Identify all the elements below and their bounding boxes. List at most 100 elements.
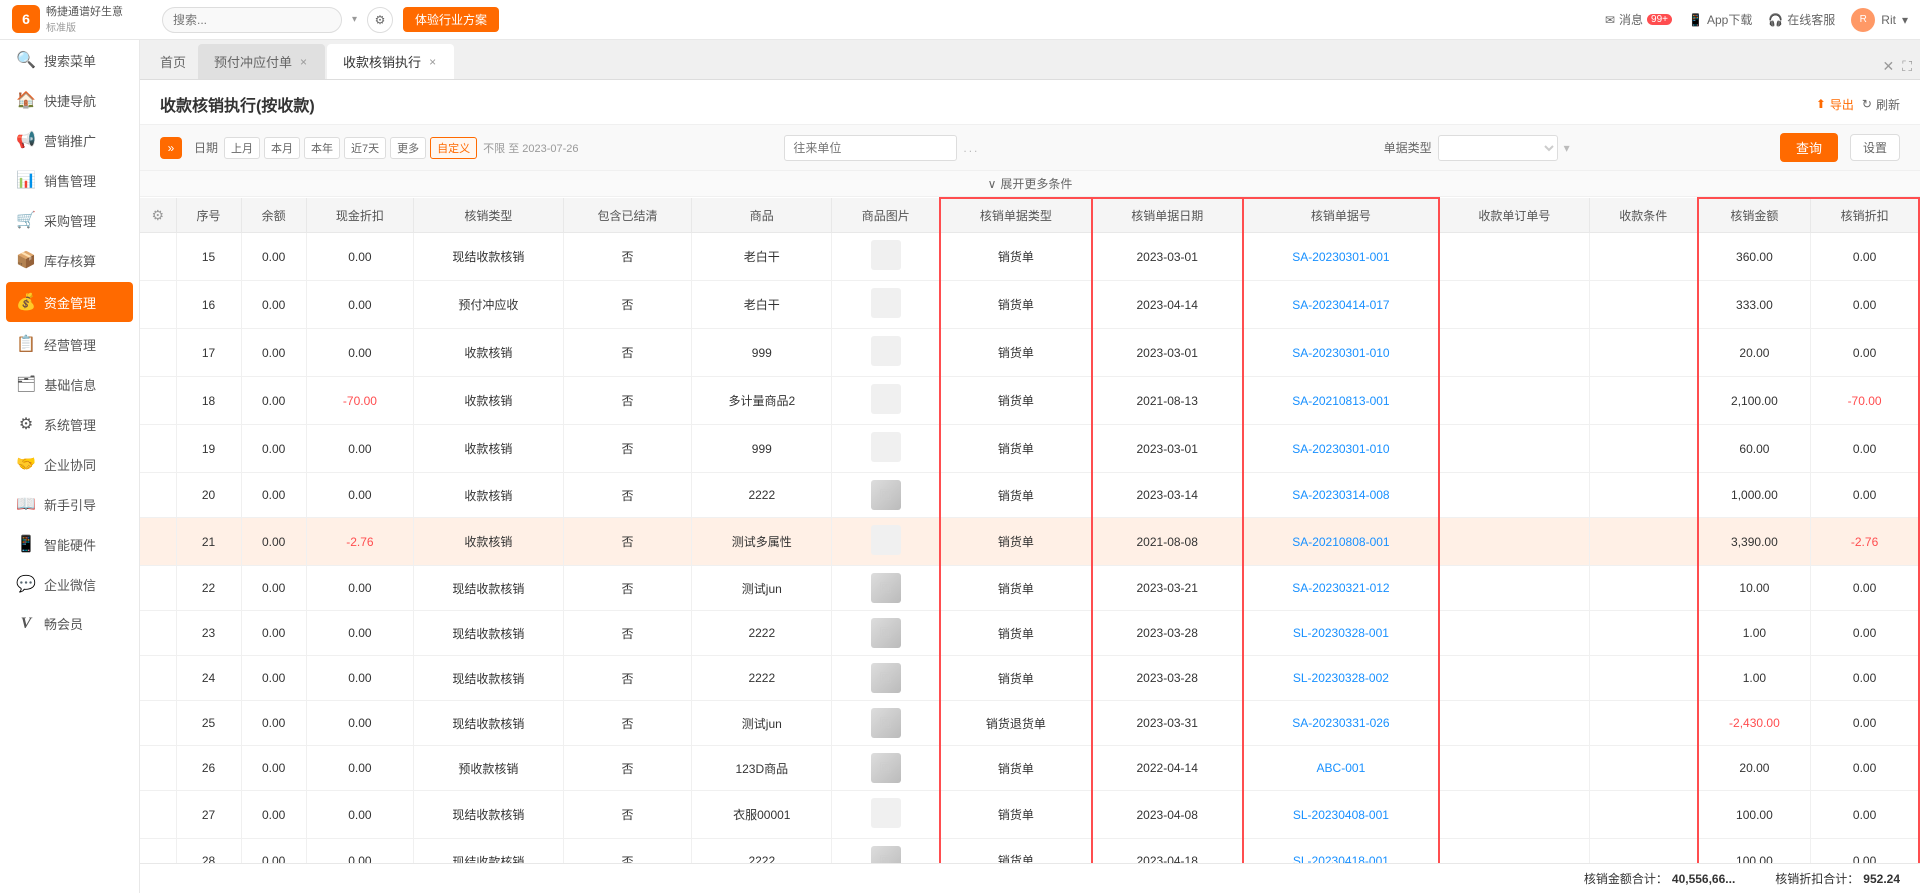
table-cell [140, 473, 176, 518]
bill-no-link[interactable]: SA-20230301-001 [1292, 250, 1389, 264]
table-cell: 23 [176, 611, 241, 656]
table-cell [1439, 329, 1589, 377]
setting-btn[interactable]: 设置 [1850, 134, 1900, 161]
sales-icon: 📊 [16, 170, 36, 190]
online-service-btn[interactable]: 🎧 在线客服 [1768, 11, 1835, 28]
col-balance: 余额 [241, 198, 306, 233]
user-dropdown-icon: ▾ [1902, 13, 1908, 27]
sidebar-item-inventory[interactable]: 📦 库存核算 [0, 240, 139, 280]
page-header: 收款核销执行(按收款) ⬆ 导出 ↻ 刷新 [140, 80, 1920, 125]
sidebar-item-purchase[interactable]: 🛒 采购管理 [0, 200, 139, 240]
date-btn-this-year[interactable]: 本年 [304, 137, 340, 159]
table-cell: 0.00 [1811, 233, 1919, 281]
refresh-icon: ↻ [1862, 97, 1872, 111]
bill-no-link[interactable]: SA-20230414-017 [1292, 298, 1389, 312]
col-receipt-order: 收款单订单号 [1439, 198, 1589, 233]
col-settings-icon: ⚙ [151, 207, 164, 223]
search-dropdown-icon[interactable]: ▾ [352, 14, 357, 25]
query-btn[interactable]: 查询 [1780, 133, 1838, 162]
filter-expand-btn[interactable]: » [160, 137, 182, 159]
app-download-btn[interactable]: 📱 App下载 [1688, 11, 1752, 28]
sidebar-item-finance[interactable]: 💰 资金管理 [6, 282, 133, 322]
table-cell: 0.00 [241, 281, 306, 329]
expand-more-bar[interactable]: ∨ 展开更多条件 [140, 171, 1920, 197]
bill-no-link[interactable]: SL-20230408-001 [1293, 808, 1389, 822]
tab-collection-label: 收款核销执行 [343, 52, 421, 71]
table-cell: 2222 [692, 473, 832, 518]
table-cell [1589, 329, 1697, 377]
sidebar-item-sales[interactable]: 📊 销售管理 [0, 160, 139, 200]
sidebar-item-wechat[interactable]: 💬 企业微信 [0, 564, 139, 604]
refresh-btn[interactable]: ↻ 刷新 [1862, 96, 1900, 113]
industry-btn[interactable]: 体验行业方案 [403, 7, 499, 32]
table-cell [1589, 233, 1697, 281]
tab-collection[interactable]: 收款核销执行 × [327, 44, 454, 79]
date-btn-last-month[interactable]: 上月 [224, 137, 260, 159]
bill-no-link[interactable]: SL-20230418-001 [1293, 854, 1389, 863]
bill-no-link[interactable]: SL-20230328-002 [1293, 671, 1389, 685]
sidebar-item-system[interactable]: ⚙ 系统管理 [0, 404, 139, 444]
sidebar-item-search[interactable]: 🔍 搜索菜单 [0, 40, 139, 80]
table-cell: 2023-03-31 [1092, 701, 1243, 746]
sidebar-item-member[interactable]: V 畅会员 [0, 604, 139, 643]
close-window-icon[interactable]: ✕ [1882, 58, 1894, 75]
export-btn[interactable]: ⬆ 导出 [1816, 96, 1854, 113]
table-cell [140, 701, 176, 746]
table-cell [1589, 518, 1697, 566]
sidebar-item-enterprise[interactable]: 🤝 企业协同 [0, 444, 139, 484]
sidebar-item-quicknav[interactable]: 🏠 快捷导航 [0, 80, 139, 120]
phone-icon: 📱 [1688, 13, 1703, 27]
date-btn-more[interactable]: 更多 [390, 137, 426, 159]
sidebar-item-marketing[interactable]: 📢 营销推广 [0, 120, 139, 160]
bill-no-link[interactable]: SA-20230314-008 [1292, 488, 1389, 502]
bill-no-link[interactable]: ABC-001 [1317, 761, 1366, 775]
user-area[interactable]: R Rit ▾ [1851, 8, 1908, 32]
table-cell [832, 233, 940, 281]
bill-no-link[interactable]: SL-20230328-001 [1293, 626, 1389, 640]
messages-btn[interactable]: ✉ 消息 99+ [1605, 11, 1672, 28]
table-cell: 60.00 [1698, 425, 1811, 473]
tab-home[interactable]: 首页 [148, 44, 198, 79]
tab-bar: 首页 预付冲应付单 × 收款核销执行 × ✕ ⛶ [140, 40, 1920, 80]
date-btn-this-month[interactable]: 本月 [264, 137, 300, 159]
billtype-select[interactable] [1438, 135, 1558, 161]
bill-no-link[interactable]: SA-20230331-026 [1292, 716, 1389, 730]
tab-prepay-close[interactable]: × [298, 55, 309, 69]
bill-no-link[interactable]: SA-20210808-001 [1292, 535, 1389, 549]
table-cell: 0.00 [1811, 473, 1919, 518]
tab-collection-close[interactable]: × [427, 55, 438, 69]
bill-no-link[interactable]: SA-20210813-001 [1292, 394, 1389, 408]
sidebar-item-basicinfo[interactable]: 🗂 基础信息 [0, 364, 139, 404]
bill-no-link[interactable]: SA-20230301-010 [1292, 442, 1389, 456]
total-cancel-amount-value: 40,556,66... [1672, 872, 1735, 886]
sidebar-item-guide[interactable]: 📖 新手引导 [0, 484, 139, 524]
col-settings[interactable]: ⚙ [140, 198, 176, 233]
table-cell: 销货单 [940, 839, 1091, 864]
sidebar-label-guide: 新手引导 [44, 495, 96, 514]
sidebar-item-operation[interactable]: 📋 经营管理 [0, 324, 139, 364]
table-cell: 现结收款核销 [414, 656, 564, 701]
table-cell: 26 [176, 746, 241, 791]
product-img: 🖼 [871, 480, 901, 510]
tab-prepay[interactable]: 预付冲应付单 × [198, 44, 325, 79]
date-btn-7days[interactable]: 近7天 [344, 137, 386, 159]
table-cell: 收款核销 [414, 473, 564, 518]
table-cell: 0.00 [306, 701, 413, 746]
logo-area: 6 畅捷通谱好生意 标准版 [12, 5, 152, 34]
marketing-icon: 📢 [16, 130, 36, 150]
top-search-input[interactable] [162, 7, 342, 33]
partner-input[interactable] [784, 135, 957, 161]
table-cell: 0.00 [306, 281, 413, 329]
bill-no-link[interactable]: SA-20230321-012 [1292, 581, 1389, 595]
settings-icon[interactable]: ⚙ [367, 7, 393, 33]
total-cancel-amount-label: 核销金额合计： [1584, 870, 1668, 887]
bill-no-link[interactable]: SA-20230301-010 [1292, 346, 1389, 360]
table-cell: 否 [563, 518, 691, 566]
table-cell: 现结收款核销 [414, 701, 564, 746]
product-img [871, 432, 901, 462]
table-cell: 3,390.00 [1698, 518, 1811, 566]
sidebar-item-smarthw[interactable]: 📱 智能硬件 [0, 524, 139, 564]
table-cell: 🖼 [832, 701, 940, 746]
maximize-icon[interactable]: ⛶ [1902, 58, 1912, 75]
date-btn-custom[interactable]: 自定义 [430, 137, 477, 159]
